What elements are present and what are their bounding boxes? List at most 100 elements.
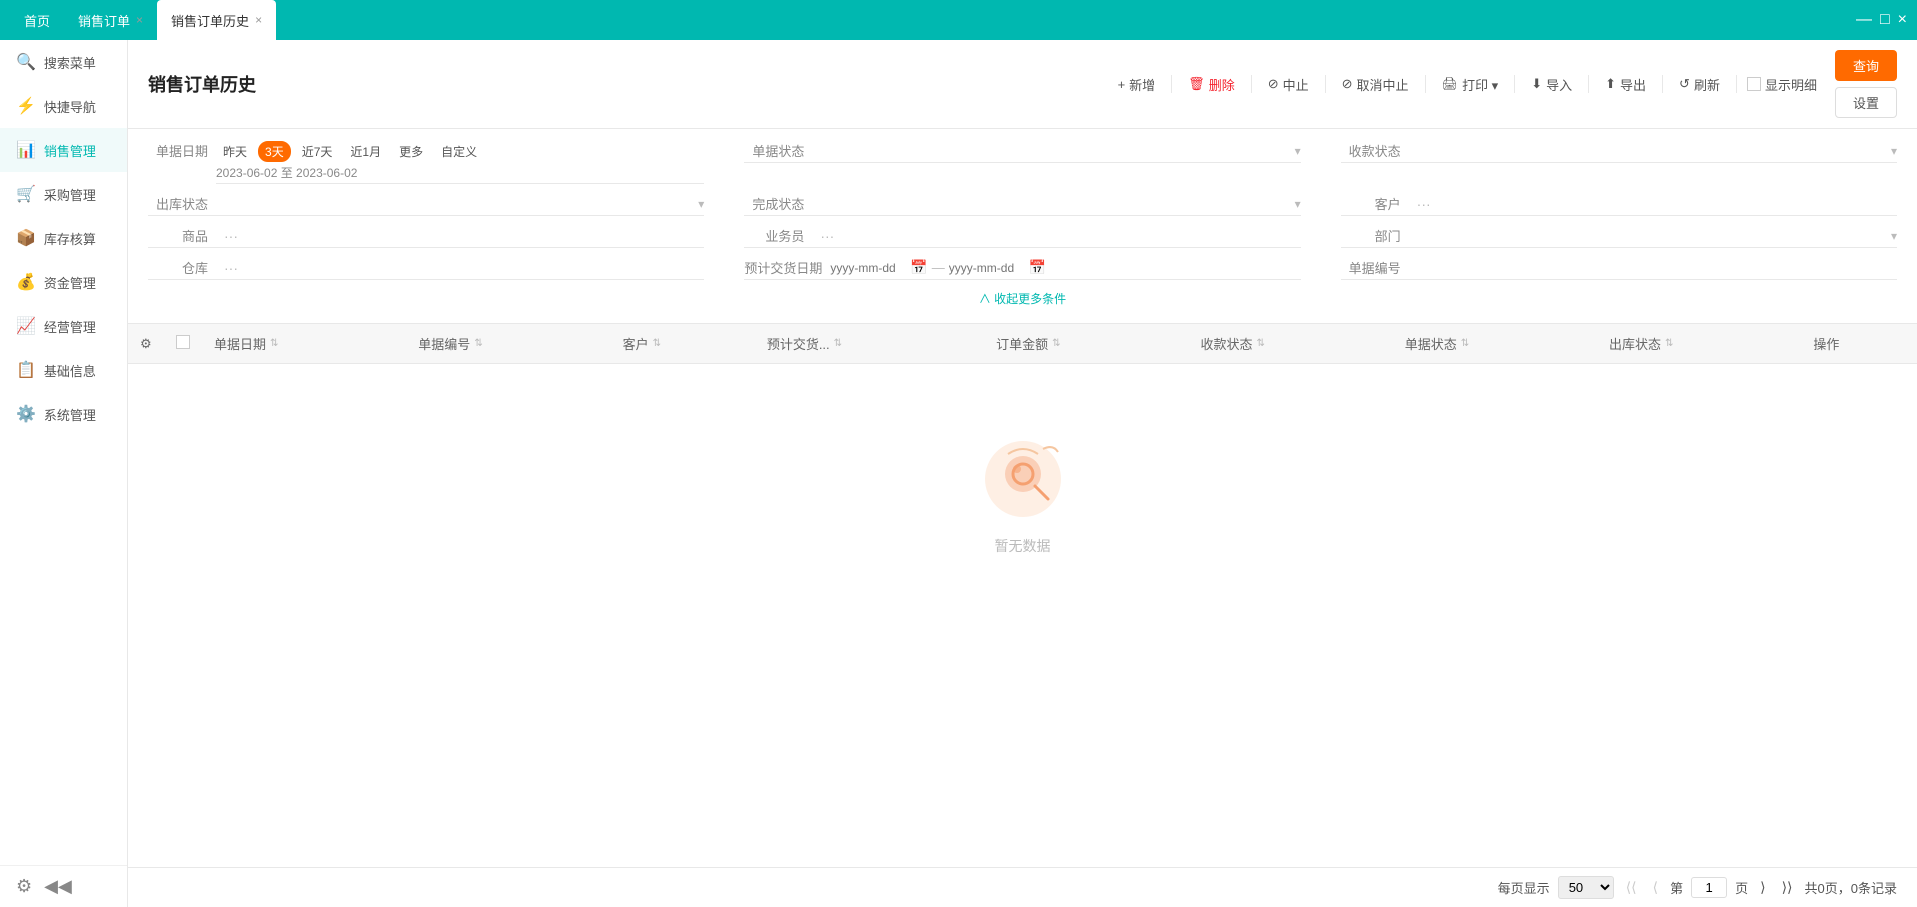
sidebar-item-finance[interactable]: 💰 资金管理 (0, 260, 127, 304)
goods-dots[interactable]: ··· (224, 228, 238, 244)
tab-sales-order-close[interactable]: × (136, 13, 143, 27)
sales-icon: 📊 (16, 140, 36, 160)
goods-select[interactable]: ··· (216, 228, 704, 244)
print-button[interactable]: 🖨 打印 ▾ (1436, 71, 1505, 98)
cancel-stop-button[interactable]: ⊘ 取消中止 (1336, 71, 1415, 98)
current-page-input[interactable] (1691, 877, 1727, 898)
table-settings-col[interactable]: ⚙ (128, 324, 164, 364)
sidebar-item-sales[interactable]: 📊 销售管理 (0, 128, 127, 172)
table-checkbox-col[interactable] (164, 324, 202, 364)
col-delivery-date[interactable]: 预计交货... ⇅ (755, 324, 984, 364)
calendar-start-icon[interactable]: 📅 (910, 259, 927, 276)
col-order-amount[interactable]: 订单金额 ⇅ (984, 324, 1188, 364)
calendar-end-icon[interactable]: 📅 (1029, 259, 1046, 276)
date-btn-7days[interactable]: 近7天 (295, 141, 340, 162)
sidebar-item-inventory[interactable]: 📦 库存核算 (0, 216, 127, 260)
date-btn-yesterday[interactable]: 昨天 (216, 141, 254, 162)
add-label: 新增 (1129, 75, 1155, 94)
out-status-select[interactable]: ▾ (216, 197, 704, 211)
show-detail-checkbox[interactable] (1747, 77, 1761, 91)
salesperson-select[interactable]: ··· (812, 228, 1300, 244)
salesperson-dots[interactable]: ··· (820, 228, 834, 244)
page-title: 销售订单历史 (148, 71, 256, 97)
quick-nav-icon: ⚡ (16, 96, 36, 116)
select-all-checkbox[interactable] (176, 335, 190, 349)
collapse-bar[interactable]: ∧ 收起更多条件 (148, 286, 1897, 311)
sidebar-item-search-menu[interactable]: 🔍 搜索菜单 (0, 40, 127, 84)
col-out-status[interactable]: 出库状态 ⇅ (1597, 324, 1801, 364)
complete-status-select[interactable]: ▾ (812, 197, 1300, 211)
query-button[interactable]: 查询 (1835, 50, 1897, 81)
next-page-button[interactable]: ⟩ (1756, 877, 1769, 898)
col-order-amount-label: 订单金额 (996, 334, 1048, 353)
import-icon: ⬇ (1531, 76, 1542, 92)
warehouse-select[interactable]: ··· (216, 260, 704, 276)
doc-status-select[interactable]: ▾ (812, 144, 1300, 158)
show-detail-toggle[interactable]: 显示明细 (1747, 75, 1817, 94)
date-btn-custom[interactable]: 自定义 (434, 141, 484, 162)
window-controls: — □ × (1856, 11, 1907, 29)
empty-text: 暂无数据 (995, 536, 1051, 556)
import-button[interactable]: ⬇ 导入 (1525, 71, 1578, 98)
empty-illustration (973, 424, 1073, 524)
col-doc-status[interactable]: 单据状态 ⇅ (1393, 324, 1597, 364)
col-doc-number[interactable]: 单据编号 ⇅ (406, 324, 610, 364)
col-receipt-status[interactable]: 收款状态 ⇅ (1188, 324, 1392, 364)
first-page-button[interactable]: ⟨⟨ (1622, 877, 1641, 898)
tab-home[interactable]: 首页 (10, 0, 64, 40)
date-btn-more[interactable]: 更多 (392, 141, 430, 162)
sidebar-item-inventory-label: 库存核算 (44, 229, 96, 248)
sidebar-item-system[interactable]: ⚙️ 系统管理 (0, 392, 127, 436)
customer-dots[interactable]: ··· (1417, 196, 1431, 212)
page-size-select[interactable]: 50 10 20 100 (1558, 876, 1614, 899)
delete-button[interactable]: 🗑 删除 (1182, 71, 1241, 98)
add-button[interactable]: + 新增 (1112, 71, 1162, 98)
refresh-button[interactable]: ↺ 刷新 (1673, 71, 1726, 98)
main-layout: 🔍 搜索菜单 ⚡ 快捷导航 📊 销售管理 🛒 采购管理 📦 库存核算 💰 资金管… (0, 40, 1917, 907)
stop-label: 中止 (1283, 75, 1309, 94)
dept-select[interactable]: ▾ (1409, 229, 1897, 243)
prev-page-button[interactable]: ⟨ (1649, 877, 1662, 898)
total-text: 共0页，0条记录 (1805, 878, 1897, 897)
stop-button[interactable]: ⊘ 中止 (1262, 71, 1315, 98)
print-label: 打印 ▾ (1462, 75, 1498, 94)
export-label: 导出 (1620, 75, 1646, 94)
tab-sales-order-history[interactable]: 销售订单历史 × (157, 0, 276, 40)
delivery-date-start[interactable] (830, 261, 910, 275)
col-customer[interactable]: 客户 ⇅ (611, 324, 755, 364)
sort-order-amount-icon: ⇅ (1052, 338, 1060, 349)
dept-label: 部门 (1341, 226, 1409, 245)
sidebar-item-operations[interactable]: 📈 经营管理 (0, 304, 127, 348)
receipt-status-select[interactable]: ▾ (1409, 144, 1897, 158)
sidebar-item-basic-info[interactable]: 📋 基础信息 (0, 348, 127, 392)
customer-select[interactable]: ··· (1409, 196, 1897, 212)
sidebar-item-quick-nav[interactable]: ⚡ 快捷导航 (0, 84, 127, 128)
table-area: ⚙ 单据日期 ⇅ 单据编号 (128, 324, 1917, 867)
col-doc-date[interactable]: 单据日期 ⇅ (202, 324, 406, 364)
date-btn-3days[interactable]: 3天 (258, 141, 291, 162)
tab-sales-order-history-close[interactable]: × (255, 13, 262, 27)
sidebar-volume-icon[interactable]: ◀◀ (44, 876, 72, 897)
page-label-pre: 第 (1670, 878, 1683, 897)
search-menu-icon: 🔍 (16, 52, 36, 72)
warehouse-dots[interactable]: ··· (224, 260, 238, 276)
settings-button[interactable]: 设置 (1835, 87, 1897, 118)
delivery-date-end[interactable] (949, 261, 1029, 275)
receipt-status-arrow: ▾ (1891, 144, 1897, 158)
sort-out-status-icon: ⇅ (1665, 338, 1673, 349)
cancel-stop-label: 取消中止 (1357, 75, 1409, 94)
col-receipt-status-label: 收款状态 (1200, 334, 1252, 353)
sidebar-item-purchase[interactable]: 🛒 采购管理 (0, 172, 127, 216)
close-button[interactable]: × (1898, 11, 1907, 29)
sort-doc-number-icon: ⇅ (474, 338, 482, 349)
last-page-button[interactable]: ⟩⟩ (1778, 877, 1797, 898)
divider8 (1736, 75, 1737, 93)
col-doc-date-label: 单据日期 (214, 334, 266, 353)
maximize-button[interactable]: □ (1880, 11, 1890, 29)
date-btn-1month[interactable]: 近1月 (343, 141, 388, 162)
minimize-button[interactable]: — (1856, 11, 1872, 29)
export-button[interactable]: ⬆ 导出 (1599, 71, 1652, 98)
date-range-text: 2023-06-02 至 2023-06-02 (216, 164, 704, 181)
tab-sales-order[interactable]: 销售订单 × (64, 0, 157, 40)
sidebar-settings-icon[interactable]: ⚙ (16, 876, 32, 897)
